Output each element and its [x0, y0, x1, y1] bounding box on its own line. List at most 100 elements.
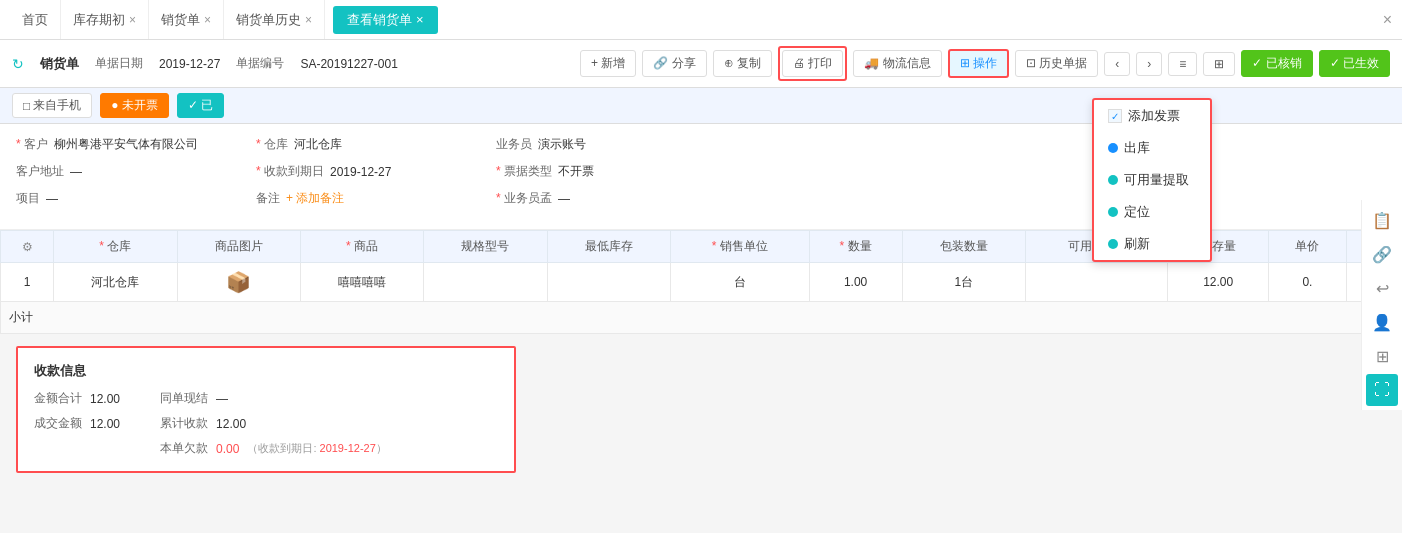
- sidebar-user-icon[interactable]: 👤: [1366, 306, 1398, 338]
- toolbar-actions: + 新增 🔗 分享 ⊕ 复制 🖨 打印 🚚 物流信息 ⊞ 操作 ⊡ 历史单据: [580, 46, 1390, 81]
- salesman-value: —: [558, 192, 570, 206]
- project-field: 项目 —: [16, 190, 236, 207]
- not-invoiced-button[interactable]: ● 未开票: [100, 93, 169, 118]
- row-available: [1026, 263, 1168, 302]
- staff-field: 业务员 演示账号: [496, 136, 716, 153]
- col-unit: 销售单位: [671, 231, 810, 263]
- due-date-value: 2019-12-27: [330, 165, 391, 179]
- tab-bar: 首页 库存期初 × 销货单 × 销货单历史 × 查看销货单 × ×: [0, 0, 1402, 40]
- tab-sales-label: 销货单: [161, 11, 200, 29]
- print-button[interactable]: 🖨 打印: [782, 50, 843, 77]
- grid-view-button[interactable]: ⊞: [1203, 52, 1235, 76]
- effective-button[interactable]: ✓ 已生效: [1319, 50, 1390, 77]
- salesman-field: 业务员孟 —: [496, 190, 716, 207]
- due-date-field: 收款到期日 2019-12-27: [256, 163, 476, 180]
- total-amount-row: 金额合计 12.00: [34, 390, 120, 407]
- close-all-tabs[interactable]: ×: [1383, 11, 1392, 29]
- confirmed-button[interactable]: ✓ 已: [177, 93, 224, 118]
- sidebar-grid-icon[interactable]: ⊞: [1366, 340, 1398, 372]
- payment-section: 收款信息 金额合计 12.00 成交金额 12.00 同单现结 —: [0, 334, 1402, 485]
- same-order-value: —: [216, 392, 228, 406]
- payment-info-rows: 金额合计 12.00 成交金额 12.00 同单现结 — 累计收款: [34, 390, 498, 457]
- tab-sales-history[interactable]: 销货单历史 ×: [224, 0, 325, 39]
- grid-view-icon: ⊞: [1214, 57, 1224, 71]
- same-order-label: 同单现结: [160, 390, 208, 407]
- share-button[interactable]: 🔗 分享: [642, 50, 706, 77]
- operations-button[interactable]: ⊞ 操作: [948, 49, 1009, 78]
- tab-sales-history-close[interactable]: ×: [305, 13, 312, 27]
- prev-button[interactable]: ‹: [1104, 52, 1130, 76]
- address-field: 客户地址 —: [16, 163, 236, 180]
- row-unit: 台: [671, 263, 810, 302]
- history-docs-button[interactable]: ⊡ 历史单据: [1015, 50, 1098, 77]
- doc-icon: ↻: [12, 56, 24, 72]
- tab-sales-close[interactable]: ×: [204, 13, 211, 27]
- doc-no-label: 单据编号: [236, 55, 284, 72]
- from-mobile-button[interactable]: □ 来自手机: [12, 93, 92, 118]
- payment-info-col-1: 金额合计 12.00 成交金额 12.00: [34, 390, 120, 457]
- tab-home[interactable]: 首页: [10, 0, 61, 39]
- address-label: 客户地址: [16, 163, 64, 180]
- new-button-label: + 新增: [591, 55, 625, 72]
- sidebar-docs-icon[interactable]: 📋: [1366, 204, 1398, 236]
- payment-info-col-2: 同单现结 — 累计收款 12.00 本单欠款 0.00 （收款到期日: 2019…: [160, 390, 387, 457]
- salesman-label: 业务员孟: [496, 190, 552, 207]
- note-label: 备注: [256, 190, 280, 207]
- tab-view-sales-close[interactable]: ×: [416, 12, 424, 27]
- sidebar-link-icon[interactable]: 🔗: [1366, 238, 1398, 270]
- tab-view-sales-label: 查看销货单: [347, 11, 412, 29]
- list-view-button[interactable]: ≡: [1168, 52, 1197, 76]
- available-qty-item[interactable]: 可用量提取: [1094, 164, 1210, 196]
- row-qty: 1.00: [809, 263, 902, 302]
- available-qty-label: 可用量提取: [1124, 171, 1189, 189]
- ticket-type-field: 票据类型 不开票: [496, 163, 716, 180]
- customer-field: 客户 柳州粤港平安气体有限公司: [16, 136, 236, 153]
- row-pack-qty: 1台: [902, 263, 1025, 302]
- sidebar-expand-icon[interactable]: ⛶: [1366, 374, 1398, 406]
- add-invoice-item[interactable]: ✓ 添加发票: [1094, 100, 1210, 132]
- row-min-stock: [547, 263, 670, 302]
- next-button[interactable]: ›: [1136, 52, 1162, 76]
- tab-view-sales[interactable]: 查看销货单 ×: [333, 6, 438, 34]
- verified-button-label: ✓ 已核销: [1252, 55, 1301, 72]
- tab-inventory-label: 库存期初: [73, 11, 125, 29]
- not-invoiced-label: ● 未开票: [111, 97, 158, 114]
- new-button[interactable]: + 新增: [580, 50, 636, 77]
- outstanding-value: 0.00: [216, 442, 239, 456]
- locate-label: 定位: [1124, 203, 1150, 221]
- logistics-button[interactable]: 🚚 物流信息: [853, 50, 941, 77]
- from-mobile-label: 来自手机: [33, 97, 81, 114]
- tab-inventory-close[interactable]: ×: [129, 13, 136, 27]
- cumulative-row: 累计收款 12.00: [160, 415, 387, 432]
- warehouse-field: 仓库 河北仓库: [256, 136, 476, 153]
- effective-button-label: ✓ 已生效: [1330, 55, 1379, 72]
- print-button-label: 🖨 打印: [793, 55, 832, 72]
- add-invoice-label: 添加发票: [1128, 107, 1180, 125]
- col-settings[interactable]: ⚙: [1, 231, 54, 263]
- address-value: —: [70, 165, 82, 179]
- locate-item[interactable]: 定位: [1094, 196, 1210, 228]
- add-note-button[interactable]: + 添加备注: [286, 190, 344, 207]
- total-amount-label: 金额合计: [34, 390, 82, 407]
- verified-button[interactable]: ✓ 已核销: [1241, 50, 1312, 77]
- outbound-dot: [1108, 143, 1118, 153]
- ticket-type-label: 票据类型: [496, 163, 552, 180]
- col-warehouse: 仓库: [54, 231, 177, 263]
- outbound-item[interactable]: 出库: [1094, 132, 1210, 164]
- refresh-dot: [1108, 239, 1118, 249]
- tab-sales[interactable]: 销货单 ×: [149, 0, 224, 39]
- deal-amount-label: 成交金额: [34, 415, 82, 432]
- refresh-item[interactable]: 刷新: [1094, 228, 1210, 260]
- tab-inventory[interactable]: 库存期初 ×: [61, 0, 149, 39]
- cumulative-value: 12.00: [216, 417, 246, 431]
- confirmed-label: ✓ 已: [188, 97, 213, 114]
- warehouse-value: 河北仓库: [294, 136, 342, 153]
- subtotal-row: 小计: [1, 302, 1402, 334]
- copy-button[interactable]: ⊕ 复制: [713, 50, 772, 77]
- row-warehouse: 河北仓库: [54, 263, 177, 302]
- project-value: —: [46, 192, 58, 206]
- row-product: 嘻嘻嘻嘻: [300, 263, 423, 302]
- sidebar-return-icon[interactable]: ↩: [1366, 272, 1398, 304]
- row-spec: [424, 263, 547, 302]
- doc-info: ↻ 销货单 单据日期 2019-12-27 单据编号 SA-20191227-0…: [12, 55, 572, 73]
